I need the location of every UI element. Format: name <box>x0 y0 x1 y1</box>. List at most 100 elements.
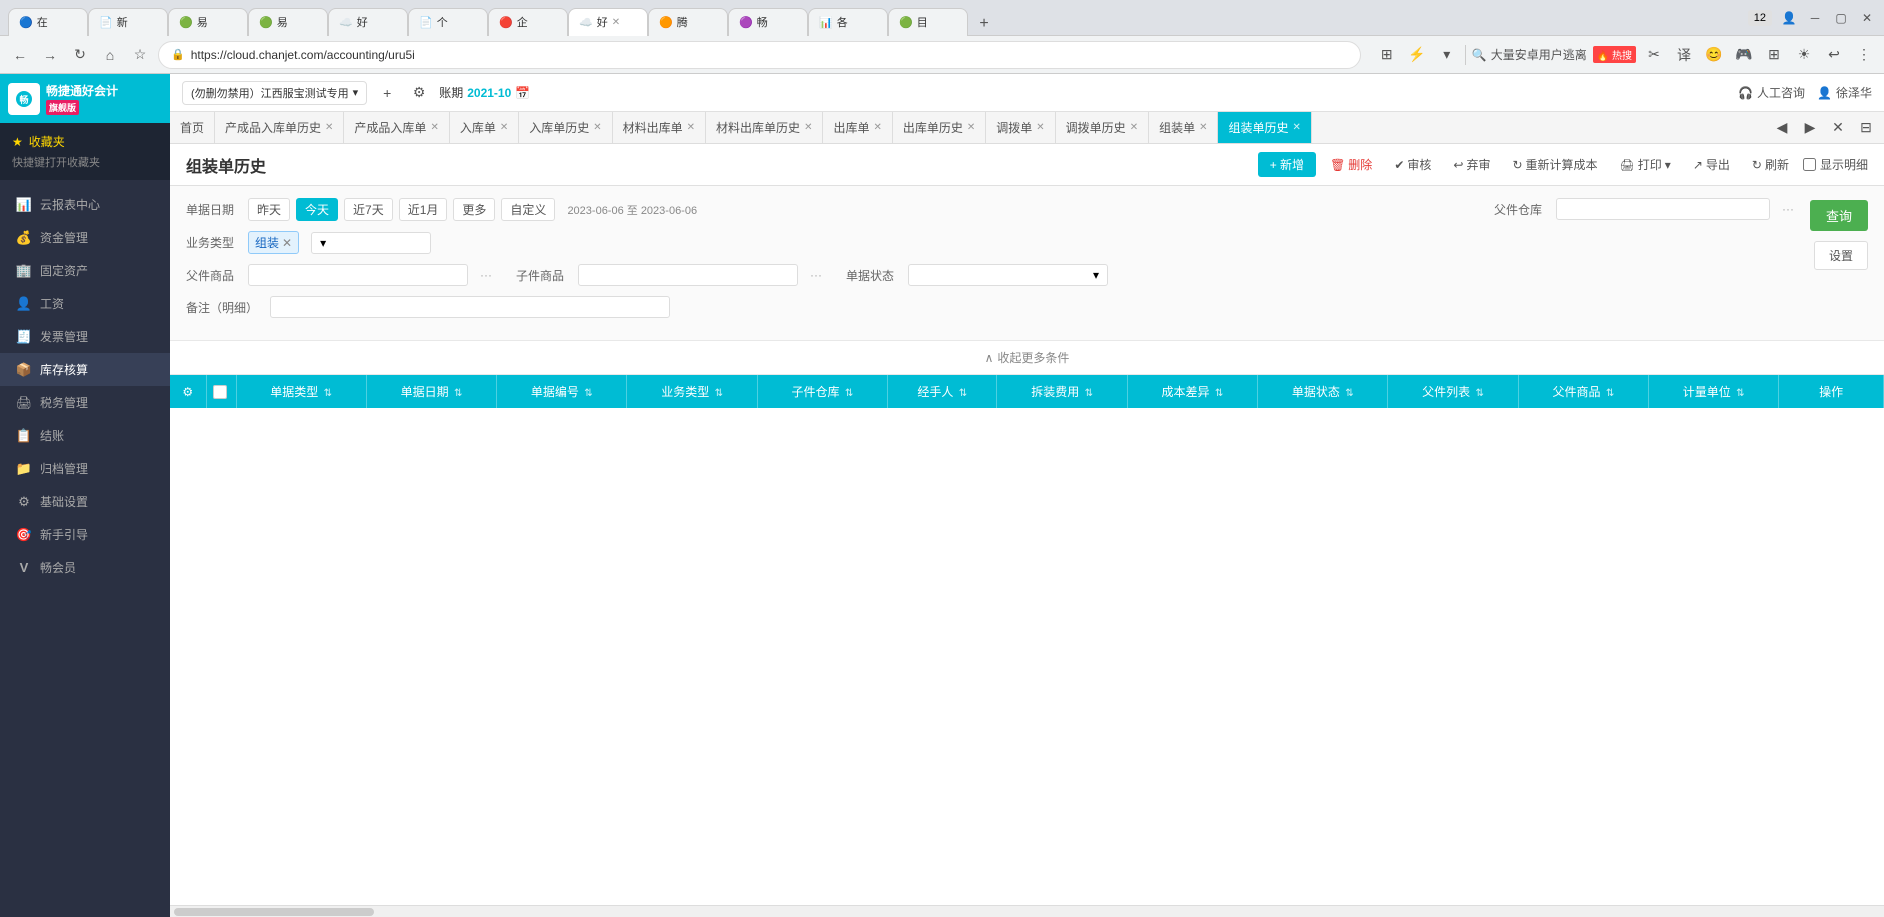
emoji-icon[interactable]: 😊 <box>1702 43 1726 67</box>
tab-close-5[interactable]: ✕ <box>687 122 695 133</box>
tab-assembly-history[interactable]: 组装单历史 ✕ <box>1218 112 1311 144</box>
undo-icon[interactable]: ↩ <box>1822 43 1846 67</box>
tab-close-10[interactable]: ✕ <box>1130 122 1138 133</box>
tab-material-outbound[interactable]: 材料出库单 ✕ <box>613 112 706 144</box>
query-button[interactable]: 查询 <box>1810 200 1868 231</box>
browser-tab-7[interactable]: 🔴企 <box>488 8 568 36</box>
sidebar-item-vip[interactable]: V 畅会员 <box>0 551 170 584</box>
menu-button[interactable]: ⋮ <box>1852 43 1876 67</box>
browser-tab-9[interactable]: 🟠腾 <box>648 8 728 36</box>
search-area[interactable]: 🔍 大量安卓用户逃离 <box>1472 46 1587 63</box>
calendar-icon[interactable]: 📅 <box>515 86 530 100</box>
sidebar-item-fixed-assets[interactable]: 🏢 固定资产 <box>0 254 170 287</box>
sidebar-item-salary[interactable]: 👤 工资 <box>0 287 170 320</box>
lightning-button[interactable]: ⚡ <box>1405 43 1429 67</box>
table-col-number[interactable]: 单据编号 ⇅ <box>497 375 627 408</box>
table-col-child-warehouse[interactable]: 子件仓库 ⇅ <box>757 375 887 408</box>
browser-tab-1[interactable]: 🔵在 <box>8 8 88 36</box>
parent-goods-more[interactable]: ··· <box>480 268 492 282</box>
sidebar-item-invoice[interactable]: 🧾 发票管理 <box>0 320 170 353</box>
maximize-button[interactable]: ▢ <box>1832 9 1850 27</box>
sidebar-item-guide[interactable]: 🎯 新手引导 <box>0 518 170 551</box>
tab-close-8[interactable]: ✕ <box>967 122 975 133</box>
browser-tab-8[interactable]: ☁️好 ✕ <box>568 8 648 36</box>
browser-tab-2[interactable]: 📄新 <box>88 8 168 36</box>
date-btn-1month[interactable]: 近1月 <box>399 198 448 221</box>
profile-icon[interactable]: 👤 <box>1780 9 1798 27</box>
date-btn-7days[interactable]: 近7天 <box>344 198 393 221</box>
print-button[interactable]: 🖨 打印 ▾ <box>1612 152 1679 177</box>
date-btn-custom[interactable]: 自定义 <box>501 198 555 221</box>
business-dropdown[interactable]: ▾ <box>311 232 431 254</box>
scissors-icon[interactable]: ✂ <box>1642 43 1666 67</box>
sidebar-item-finance[interactable]: 💰 资金管理 <box>0 221 170 254</box>
tab-outbound-history[interactable]: 出库单历史 ✕ <box>893 112 986 144</box>
column-settings-icon[interactable]: ⚙ <box>182 385 193 399</box>
company-settings-button[interactable]: ⚙ <box>407 81 431 105</box>
child-goods-more[interactable]: ··· <box>810 268 822 282</box>
table-col-handler[interactable]: 经手人 ⇅ <box>888 375 997 408</box>
sidebar-item-settlement[interactable]: 📋 结账 <box>0 419 170 452</box>
audit-button[interactable]: ✔ 审核 <box>1386 152 1439 177</box>
table-col-status[interactable]: 单据状态 ⇅ <box>1258 375 1388 408</box>
tab-close-12[interactable]: ✕ <box>1293 122 1301 133</box>
tab-transfer[interactable]: 调拨单 ✕ <box>986 112 1055 144</box>
horizontal-scrollbar[interactable] <box>170 905 1884 917</box>
parent-goods-input[interactable] <box>248 264 468 286</box>
add-company-button[interactable]: + <box>375 81 399 105</box>
table-col-parent-goods[interactable]: 父件商品 ⇅ <box>1518 375 1648 408</box>
sidebar-item-archive[interactable]: 📁 归档管理 <box>0 452 170 485</box>
home-button[interactable]: ⌂ <box>98 43 122 67</box>
address-bar[interactable]: 🔒 https://cloud.chanjet.com/accounting/u… <box>158 41 1361 69</box>
dropdown-button[interactable]: ▾ <box>1435 43 1459 67</box>
tab-close-1[interactable]: ✕ <box>325 122 333 133</box>
sidebar-favorites[interactable]: ★ 收藏夹 快捷键打开收藏夹 <box>0 123 170 180</box>
sidebar-item-tax[interactable]: 🖨 税务管理 <box>0 386 170 419</box>
tab-close-7[interactable]: ✕ <box>873 122 881 133</box>
recalculate-button[interactable]: ↻ 重新计算成本 <box>1504 152 1605 177</box>
sidebar-item-cloud-reports[interactable]: 📊 云报表中心 <box>0 188 170 221</box>
tab-close-3[interactable]: ✕ <box>500 122 508 133</box>
browser-tab-11[interactable]: 📊各 <box>808 8 888 36</box>
tag-close-icon[interactable]: ✕ <box>282 236 292 250</box>
tab-assembly[interactable]: 组装单 ✕ <box>1149 112 1218 144</box>
tab-scroll-right[interactable]: ▶ <box>1798 116 1822 140</box>
table-col-settings[interactable]: ⚙ <box>170 375 206 408</box>
child-goods-input[interactable] <box>578 264 798 286</box>
date-btn-yesterday[interactable]: 昨天 <box>248 198 290 221</box>
browser-tab-6[interactable]: 📄个 <box>408 8 488 36</box>
tab-close-11[interactable]: ✕ <box>1199 122 1207 133</box>
abandon-button[interactable]: ↩ 弃审 <box>1445 152 1498 177</box>
parent-warehouse-more[interactable]: ··· <box>1782 202 1794 216</box>
add-button[interactable]: + 新增 <box>1258 152 1316 177</box>
new-tab-button[interactable]: + <box>972 12 996 36</box>
tab-home[interactable]: 首页 <box>170 112 215 144</box>
sidebar-item-settings[interactable]: ⚙ 基础设置 <box>0 485 170 518</box>
date-btn-more[interactable]: 更多 <box>453 198 495 221</box>
scroll-thumb[interactable] <box>174 908 374 916</box>
grid-button[interactable]: ⊞ <box>1375 43 1399 67</box>
company-selector[interactable]: (勿删勿禁用）江西服宝测试专用 ▾ <box>182 81 367 105</box>
select-all-checkbox[interactable] <box>213 385 227 399</box>
tab-product-inbound-history[interactable]: 产成品入库单历史 ✕ <box>215 112 344 144</box>
bookmark-button[interactable]: ☆ <box>128 43 152 67</box>
browser-tab-5[interactable]: ☁️好 <box>328 8 408 36</box>
note-input[interactable] <box>270 296 670 318</box>
tab-product-inbound[interactable]: 产成品入库单 ✕ <box>344 112 449 144</box>
service-button[interactable]: 🎧 人工咨询 <box>1738 84 1805 101</box>
tab-scroll-left[interactable]: ◀ <box>1770 116 1794 140</box>
business-tag[interactable]: 组装 ✕ <box>248 231 299 254</box>
forward-button[interactable]: → <box>38 43 62 67</box>
table-col-unit[interactable]: 计量单位 ⇅ <box>1649 375 1779 408</box>
table-col-checkbox[interactable] <box>206 375 236 408</box>
tab-outbound[interactable]: 出库单 ✕ <box>823 112 892 144</box>
status-dropdown[interactable]: ▾ <box>908 264 1108 286</box>
tab-close-9[interactable]: ✕ <box>1036 122 1044 133</box>
browser-tab-4[interactable]: 🟢易 <box>248 8 328 36</box>
tab-close-6[interactable]: ✕ <box>804 122 812 133</box>
tab-transfer-history[interactable]: 调拨单历史 ✕ <box>1056 112 1149 144</box>
table-col-parent-list[interactable]: 父件列表 ⇅ <box>1388 375 1518 408</box>
browser-tab-close-8[interactable]: ✕ <box>612 17 620 28</box>
tab-close-all[interactable]: ✕ <box>1826 116 1850 140</box>
table-col-cost-diff[interactable]: 成本差异 ⇅ <box>1127 375 1257 408</box>
